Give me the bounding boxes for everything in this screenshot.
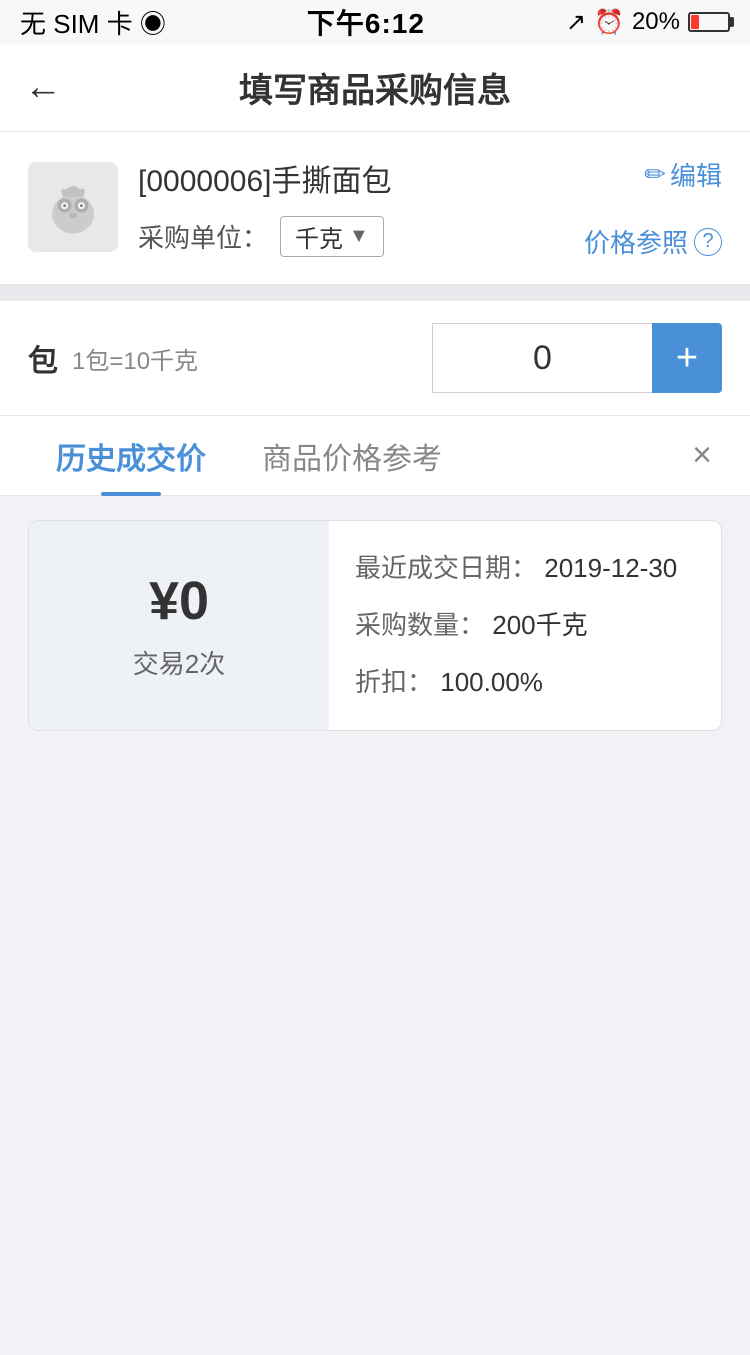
price-ref-button[interactable]: 价格参照 ?: [584, 223, 722, 260]
content-area: [0, 755, 750, 1355]
tab-close-button[interactable]: ×: [682, 426, 722, 485]
purchase-qty-value: 200千克: [492, 610, 587, 640]
latest-date-row: 最近成交日期： 2019-12-30: [355, 549, 695, 588]
purchase-qty-row: 采购数量： 200千克: [355, 606, 695, 645]
nav-bar: ← 填写商品采购信息: [0, 44, 750, 132]
price-amount: ¥0: [149, 570, 209, 632]
signal-text: 无 SIM 卡 ◉: [20, 4, 166, 41]
tab-underline: [101, 492, 161, 496]
price-ref-label: 价格参照: [584, 223, 688, 260]
latest-date-label: 最近成交日期：: [355, 553, 537, 583]
alarm-icon: ⏰: [594, 8, 624, 37]
dropdown-arrow-icon: ▼: [349, 225, 369, 248]
question-icon: ?: [694, 228, 722, 256]
tabs-left: 历史成交价 商品价格参考: [28, 416, 470, 496]
battery-icon: [688, 12, 730, 32]
status-left: 无 SIM 卡 ◉: [20, 4, 166, 41]
edit-icon: ✏: [644, 159, 666, 190]
discount-row: 折扣： 100.00%: [355, 663, 695, 702]
price-card: ¥0 交易2次 最近成交日期： 2019-12-30 采购数量： 200千克 折…: [28, 520, 722, 731]
discount-label: 折扣：: [355, 667, 433, 697]
price-value: 0: [179, 571, 209, 631]
page-title: 填写商品采购信息: [239, 63, 511, 112]
edit-button[interactable]: ✏ 编辑: [644, 156, 722, 193]
status-right: ↗ ⏰ 20%: [566, 8, 730, 37]
product-thumbnail: [28, 162, 118, 252]
tabs-container: 历史成交价 商品价格参考 ×: [0, 416, 750, 496]
price-card-right: 最近成交日期： 2019-12-30 采购数量： 200千克 折扣： 100.0…: [329, 521, 721, 730]
battery-percent: 20%: [632, 8, 680, 36]
section-divider: [0, 285, 750, 301]
product-left: [0000006]手撕面包 采购单位： 千克 ▼: [28, 156, 391, 257]
unit-selector[interactable]: 千克 ▼: [280, 216, 384, 257]
price-tx-count: 交易2次: [133, 644, 225, 681]
back-button[interactable]: ←: [24, 66, 62, 109]
unit-label: 采购单位：: [138, 218, 268, 255]
product-unit-row: 采购单位： 千克 ▼: [138, 216, 391, 257]
edit-label: 编辑: [670, 156, 722, 193]
tab-history-price[interactable]: 历史成交价: [28, 416, 234, 496]
status-bar: 无 SIM 卡 ◉ 下午6:12 ↗ ⏰ 20%: [0, 0, 750, 44]
quantity-label: 包 1包=10千克: [28, 336, 198, 380]
product-right: ✏ 编辑 价格参照 ?: [584, 156, 722, 260]
currency-symbol: ¥: [149, 571, 179, 631]
tab-product-label: 商品价格参考: [262, 434, 442, 478]
price-card-left: ¥0 交易2次: [29, 521, 329, 730]
quantity-input[interactable]: 0: [432, 323, 652, 393]
price-content: ¥0 交易2次 最近成交日期： 2019-12-30 采购数量： 200千克 折…: [0, 496, 750, 755]
product-name: [0000006]手撕面包: [138, 156, 391, 200]
discount-value: 100.00%: [440, 667, 543, 697]
latest-date-value: 2019-12-30: [544, 553, 677, 583]
tab-history-label: 历史成交价: [56, 434, 206, 478]
product-info: [0000006]手撕面包 采购单位： 千克 ▼: [138, 156, 391, 257]
location-icon: ↗: [566, 8, 586, 37]
unit-desc: 1包=10千克: [72, 341, 198, 376]
status-time: 下午6:12: [307, 2, 425, 42]
unit-box-label: 包: [28, 336, 58, 380]
purchase-qty-label: 采购数量：: [355, 610, 485, 640]
unit-value: 千克: [295, 219, 343, 254]
quantity-control: 0 +: [432, 323, 722, 393]
quantity-plus-button[interactable]: +: [652, 323, 722, 393]
product-card: [0000006]手撕面包 采购单位： 千克 ▼ ✏ 编辑 价格参照 ?: [0, 132, 750, 285]
quantity-row: 包 1包=10千克 0 +: [0, 301, 750, 416]
tab-product-price[interactable]: 商品价格参考: [234, 416, 470, 496]
